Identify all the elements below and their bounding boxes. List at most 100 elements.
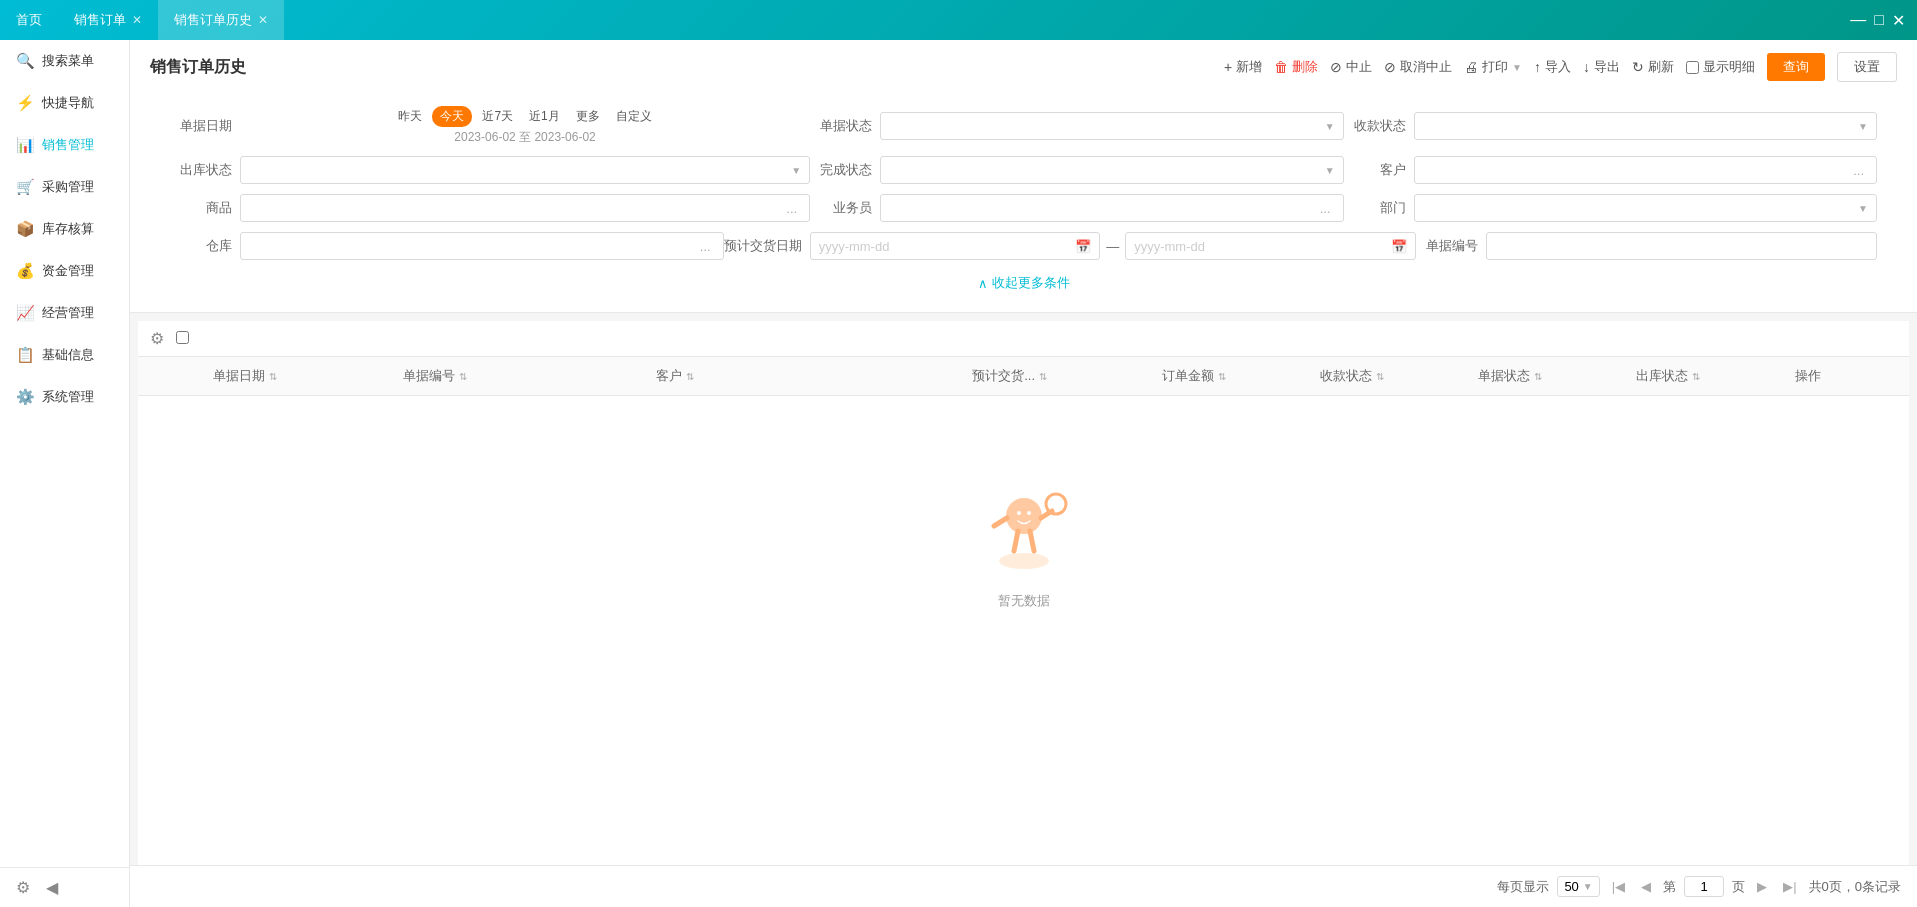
close-btn-window[interactable]: ✕ — [1892, 11, 1905, 30]
page-size-select[interactable]: 50 ▼ — [1557, 876, 1599, 897]
th-receive-status[interactable]: 收款状态 ⇅ — [1308, 357, 1466, 396]
minimize-btn[interactable]: — — [1850, 11, 1866, 29]
delivery-date-end[interactable]: yyyy-mm-dd 📅 — [1125, 232, 1416, 260]
page-size-value: 50 — [1564, 879, 1578, 894]
date-tab-7days[interactable]: 近7天 — [476, 106, 519, 127]
sidebar-settings-icon[interactable]: ⚙ — [16, 878, 30, 897]
inventory-icon: 📦 — [16, 220, 34, 238]
refresh-button[interactable]: ↻ 刷新 — [1632, 58, 1674, 76]
delivery-date-start[interactable]: yyyy-mm-dd 📅 — [810, 232, 1101, 260]
th-out-status[interactable]: 出库状态 ⇅ — [1624, 357, 1782, 396]
sidebar-collapse-icon[interactable]: ◀ — [46, 878, 58, 897]
date-tab-custom[interactable]: 自定义 — [610, 106, 658, 127]
department-select[interactable]: ▼ — [1414, 194, 1877, 222]
query-button[interactable]: 查询 — [1767, 53, 1825, 81]
sidebar-item-quick-nav-label: 快捷导航 — [42, 94, 94, 112]
bill-num-input[interactable] — [1486, 232, 1877, 260]
th-operation: 操作 — [1783, 357, 1910, 396]
page-last-btn[interactable]: ▶| — [1779, 879, 1800, 894]
complete-status-arrow: ▼ — [1325, 165, 1335, 176]
page-title-row: 销售订单历史 + 新增 🗑 删除 ⊘ 中止 ⊘ — [150, 52, 1897, 82]
maximize-btn[interactable]: □ — [1874, 11, 1884, 29]
th-date[interactable]: 单据日期 ⇅ — [201, 357, 391, 396]
warehouse-dots[interactable]: ... — [696, 239, 715, 254]
display-cols-label: 显示明细 — [1703, 58, 1755, 76]
bill-status-select[interactable]: ▼ — [880, 112, 1343, 140]
checkbox-all[interactable] — [176, 331, 189, 344]
cancel-stop-button[interactable]: ⊘ 取消中止 — [1384, 58, 1452, 76]
date-tab-more[interactable]: 更多 — [570, 106, 606, 127]
date-tab-1month[interactable]: 近1月 — [523, 106, 566, 127]
display-cols-input[interactable] — [1686, 61, 1699, 74]
tab-sales-order[interactable]: 销售订单 ✕ — [58, 0, 158, 40]
th-date-label: 单据日期 — [213, 368, 265, 383]
calendar-start-icon[interactable]: 📅 — [1075, 239, 1091, 254]
svg-line-2 — [1014, 531, 1018, 551]
tab-sales-order-history-close[interactable]: ✕ — [258, 13, 268, 27]
setting-button[interactable]: 设置 — [1837, 52, 1897, 82]
complete-status-select[interactable]: ▼ — [880, 156, 1343, 184]
customer-input[interactable]: ... — [1414, 156, 1877, 184]
table-settings-icon[interactable]: ⚙ — [150, 329, 164, 348]
warehouse-input[interactable]: ... — [240, 232, 724, 260]
product-input[interactable]: ... — [240, 194, 810, 222]
out-stock-select[interactable]: ▼ — [240, 156, 810, 184]
sidebar-item-sales-mgmt[interactable]: 📊 销售管理 — [0, 124, 129, 166]
th-out-status-label: 出库状态 — [1636, 368, 1688, 383]
print-button[interactable]: 🖨 打印 ▼ — [1464, 58, 1522, 76]
page-first-btn[interactable]: |◀ — [1608, 879, 1629, 894]
tab-home[interactable]: 首页 — [0, 0, 58, 40]
th-bill-status[interactable]: 单据状态 ⇅ — [1466, 357, 1624, 396]
customer-dots[interactable]: ... — [1849, 163, 1868, 178]
stop-label: 中止 — [1346, 58, 1372, 76]
cancel-stop-label: 取消中止 — [1400, 58, 1452, 76]
finance-icon: 💰 — [16, 262, 34, 280]
filter-receive-status: 收款状态 ▼ — [1344, 112, 1877, 140]
delete-button[interactable]: 🗑 删除 — [1274, 58, 1318, 76]
sidebar-item-base-info[interactable]: 📋 基础信息 — [0, 334, 129, 376]
th-delivery[interactable]: 预计交货... ⇅ — [960, 357, 1150, 396]
sidebar-item-system-mgmt[interactable]: ⚙️ 系统管理 — [0, 376, 129, 418]
calendar-end-icon[interactable]: 📅 — [1391, 239, 1407, 254]
add-button[interactable]: + 新增 — [1224, 58, 1262, 76]
page-prev-btn[interactable]: ◀ — [1637, 879, 1655, 894]
collapse-row[interactable]: ∧ 收起更多条件 — [170, 270, 1877, 300]
svg-point-0 — [999, 553, 1049, 569]
product-dots[interactable]: ... — [782, 201, 801, 216]
th-amount[interactable]: 订单金额 ⇅ — [1150, 357, 1308, 396]
page-word: 第 — [1663, 878, 1676, 896]
display-cols-checkbox[interactable]: 显示明细 — [1686, 58, 1755, 76]
salesman-dots[interactable]: ... — [1316, 201, 1335, 216]
date-tab-today[interactable]: 今天 — [432, 106, 472, 127]
sidebar-item-operations[interactable]: 📈 经营管理 — [0, 292, 129, 334]
sidebar-item-purchase-mgmt[interactable]: 🛒 采购管理 — [0, 166, 129, 208]
th-client[interactable]: 客户 ⇅ — [644, 357, 960, 396]
tab-sales-order-history[interactable]: 销售订单历史 ✕ — [158, 0, 284, 40]
empty-text: 暂无数据 — [998, 592, 1050, 610]
page-number-input[interactable] — [1684, 876, 1724, 897]
sidebar-item-quick-nav[interactable]: ⚡ 快捷导航 — [0, 82, 129, 124]
sales-mgmt-icon: 📊 — [16, 136, 34, 154]
page-title: 销售订单历史 — [150, 57, 1224, 78]
filter-date-period: 单据日期 昨天 今天 近7天 近1月 更多 自定义 2023-06-02 至 2… — [170, 106, 810, 146]
sidebar-item-search-menu[interactable]: 🔍 搜索菜单 — [0, 40, 129, 82]
date-period-label: 单据日期 — [170, 117, 240, 135]
th-num[interactable]: 单据编号 ⇅ — [391, 357, 644, 396]
export-button[interactable]: ↓ 导出 — [1583, 58, 1620, 76]
stop-button[interactable]: ⊘ 中止 — [1330, 58, 1372, 76]
table-area: ⚙ 单据日期 ⇅ 单据编号 ⇅ — [138, 321, 1909, 865]
tab-sales-order-close[interactable]: ✕ — [132, 13, 142, 27]
receive-status-select[interactable]: ▼ — [1414, 112, 1877, 140]
th-operation-label: 操作 — [1795, 368, 1821, 383]
system-mgmt-icon: ⚙️ — [16, 388, 34, 406]
sidebar-item-finance[interactable]: 💰 资金管理 — [0, 250, 129, 292]
page-next-btn[interactable]: ▶ — [1753, 879, 1771, 894]
sidebar-item-system-mgmt-label: 系统管理 — [42, 388, 94, 406]
empty-icon — [974, 476, 1074, 576]
window-controls: — □ ✕ — [1850, 11, 1917, 30]
import-button[interactable]: ↑ 导入 — [1534, 58, 1571, 76]
sidebar-item-inventory[interactable]: 📦 库存核算 — [0, 208, 129, 250]
sort-out-icon: ⇅ — [1692, 371, 1700, 382]
date-tab-yesterday[interactable]: 昨天 — [392, 106, 428, 127]
salesman-input[interactable]: ... — [880, 194, 1343, 222]
